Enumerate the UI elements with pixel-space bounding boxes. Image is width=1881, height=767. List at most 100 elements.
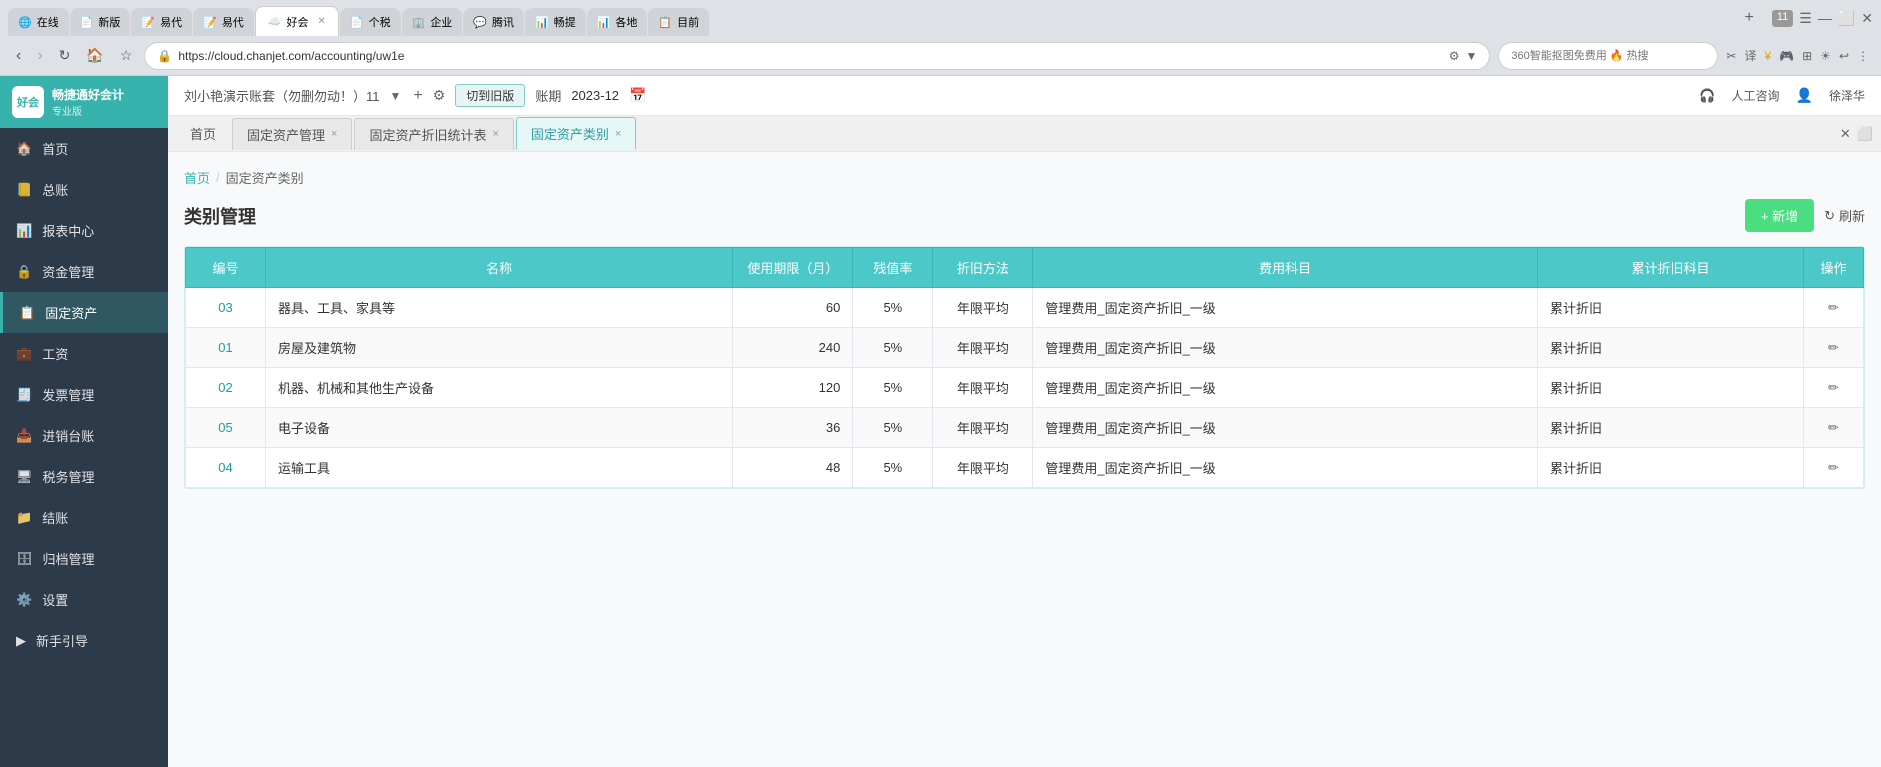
- cell-edit[interactable]: ✏: [1804, 408, 1864, 448]
- switch-old-version-button[interactable]: 切到旧版: [455, 84, 525, 107]
- forward-button[interactable]: ›: [33, 43, 46, 69]
- cell-method: 年限平均: [933, 448, 1033, 488]
- logo-icon: 好会: [12, 86, 44, 118]
- browser-tab[interactable]: 📊 畅提: [525, 8, 586, 36]
- sidebar-item-guide[interactable]: ▶ 新手引导: [0, 620, 168, 661]
- tab-depreciation-report[interactable]: 固定资产折旧统计表 ×: [354, 118, 513, 150]
- site-settings-icon[interactable]: ⚙: [1449, 49, 1460, 63]
- topbar: 刘小艳演示账套（勿删勿动！）11 ▼ + ⚙ 切到旧版 账期 2023-12 📅…: [168, 76, 1881, 116]
- expand-icon[interactable]: ▼: [1466, 49, 1478, 63]
- cell-code[interactable]: 01: [186, 328, 266, 368]
- sidebar-item-fixed-assets[interactable]: 📋 固定资产: [0, 292, 168, 333]
- expand-user-button[interactable]: ▼: [390, 89, 402, 103]
- bookmark-button[interactable]: ☆: [116, 43, 137, 68]
- browser-tab-active[interactable]: ☁️ 好会 ✕: [255, 6, 339, 36]
- sidebar-item-ledger[interactable]: 📒 总账: [0, 169, 168, 210]
- sidebar-item-home[interactable]: 🏠 首页: [0, 128, 168, 169]
- browser-tab[interactable]: 🌐 在线: [8, 8, 69, 36]
- browser-tab[interactable]: 💬 腾讯: [463, 8, 524, 36]
- window-minimize-icon[interactable]: —: [1818, 10, 1832, 27]
- cell-edit[interactable]: ✏: [1804, 288, 1864, 328]
- tab-close-icon[interactable]: ✕: [318, 16, 326, 27]
- sidebar-item-reports[interactable]: 📊 报表中心: [0, 210, 168, 251]
- browser-tab[interactable]: 📝 易代: [193, 8, 254, 36]
- col-header-period: 使用期限（月）: [733, 248, 853, 288]
- cell-code[interactable]: 04: [186, 448, 266, 488]
- tab-menu-icon[interactable]: ☰: [1799, 10, 1812, 27]
- tab-close-icon[interactable]: ×: [615, 128, 621, 140]
- browser-tab[interactable]: 📄 新版: [70, 8, 131, 36]
- cell-name: 电子设备: [266, 408, 733, 448]
- browser-tab[interactable]: 📊 各地: [587, 8, 648, 36]
- sidebar-item-invoice[interactable]: 🧾 发票管理: [0, 374, 168, 415]
- sidebar-item-archive[interactable]: 🗄 归档管理: [0, 538, 168, 579]
- cell-rate: 5%: [853, 288, 933, 328]
- tab-close-icon[interactable]: ×: [492, 128, 498, 140]
- breadcrumb-home[interactable]: 首页: [184, 168, 210, 187]
- cell-expense: 管理费用_固定资产折旧_一级: [1033, 408, 1538, 448]
- refresh-table-button[interactable]: ↻ 刷新: [1824, 206, 1865, 225]
- settings-account-button[interactable]: ⚙: [433, 87, 446, 104]
- cut-icon[interactable]: ✂: [1726, 49, 1736, 63]
- cell-code[interactable]: 03: [186, 288, 266, 328]
- undo-icon[interactable]: ↩: [1839, 49, 1849, 63]
- add-button[interactable]: + 新增: [1745, 199, 1814, 232]
- tab-window-close-button[interactable]: ✕: [1840, 126, 1851, 142]
- refresh-button[interactable]: ↻: [55, 43, 75, 68]
- add-account-button[interactable]: +: [413, 87, 422, 105]
- window-maximize-icon[interactable]: ⬜: [1838, 10, 1855, 27]
- inventory-icon: 📥: [16, 428, 32, 444]
- current-user-label[interactable]: 徐泽华: [1829, 87, 1865, 104]
- grid-icon[interactable]: ⊞: [1802, 49, 1812, 63]
- sun-icon[interactable]: ☀: [1820, 49, 1831, 63]
- sidebar-item-payroll[interactable]: 💼 工资: [0, 333, 168, 374]
- sidebar-item-label: 归档管理: [43, 549, 95, 568]
- cell-edit[interactable]: ✏: [1804, 448, 1864, 488]
- browser-tab[interactable]: 📋 目前: [648, 8, 709, 36]
- cell-code[interactable]: 02: [186, 368, 266, 408]
- sidebar-item-label: 首页: [42, 139, 68, 158]
- customer-service-label[interactable]: 人工咨询: [1732, 87, 1780, 104]
- cell-period: 60: [733, 288, 853, 328]
- more-icon[interactable]: ⋮: [1857, 49, 1869, 63]
- browser-tab[interactable]: 📄 个税: [340, 8, 401, 36]
- logo-sub: 专业版: [52, 103, 124, 118]
- sidebar-item-tax[interactable]: 🖥 税务管理: [0, 456, 168, 497]
- cell-edit[interactable]: ✏: [1804, 328, 1864, 368]
- sidebar-item-label: 资金管理: [42, 262, 94, 281]
- col-header-code: 编号: [186, 248, 266, 288]
- tab-fixed-assets-mgmt[interactable]: 固定资产管理 ×: [232, 118, 352, 150]
- tab-home[interactable]: 首页: [176, 118, 230, 149]
- cell-edit[interactable]: ✏: [1804, 368, 1864, 408]
- ledger-icon: 📒: [16, 182, 32, 198]
- browser-tab[interactable]: 📝 易代: [131, 8, 192, 36]
- address-input[interactable]: [178, 49, 1442, 63]
- home-icon: 🏠: [16, 141, 32, 157]
- sidebar-item-label: 发票管理: [42, 385, 94, 404]
- search-input[interactable]: [1498, 42, 1718, 70]
- coupon-icon[interactable]: ¥: [1764, 49, 1771, 63]
- tax-icon: 🖥: [16, 469, 33, 485]
- tab-fixed-assets-category[interactable]: 固定资产类别 ×: [516, 117, 636, 150]
- translate-icon[interactable]: 译: [1744, 47, 1756, 64]
- home-button[interactable]: 🏠: [82, 43, 107, 68]
- browser-tab[interactable]: 🏢 企业: [402, 8, 463, 36]
- cell-depreciation: 累计折旧: [1538, 408, 1804, 448]
- back-button[interactable]: ‹: [12, 43, 25, 69]
- sidebar-item-label: 设置: [42, 590, 68, 609]
- sidebar-item-settings[interactable]: ⚙️ 设置: [0, 579, 168, 620]
- cell-period: 240: [733, 328, 853, 368]
- calendar-icon[interactable]: 📅: [629, 87, 646, 104]
- sidebar: 好会 畅捷通好会计 专业版 🏠 首页 📒 总账 📊 报表中心 🔒 资金管理: [0, 76, 168, 767]
- window-close-icon[interactable]: ✕: [1861, 10, 1873, 27]
- sidebar-item-inventory[interactable]: 📥 进销台账: [0, 415, 168, 456]
- tab-window-maximize-button[interactable]: ⬜: [1857, 126, 1873, 142]
- cell-rate: 5%: [853, 408, 933, 448]
- sidebar-item-funds[interactable]: 🔒 资金管理: [0, 251, 168, 292]
- tab-add-button[interactable]: +: [1737, 5, 1762, 31]
- cell-code[interactable]: 05: [186, 408, 266, 448]
- game-icon[interactable]: 🎮: [1779, 49, 1794, 63]
- tab-close-icon[interactable]: ×: [331, 128, 337, 140]
- sidebar-item-close-period[interactable]: 📁 结账: [0, 497, 168, 538]
- topbar-user: 刘小艳演示账套（勿删勿动！）11: [184, 86, 380, 105]
